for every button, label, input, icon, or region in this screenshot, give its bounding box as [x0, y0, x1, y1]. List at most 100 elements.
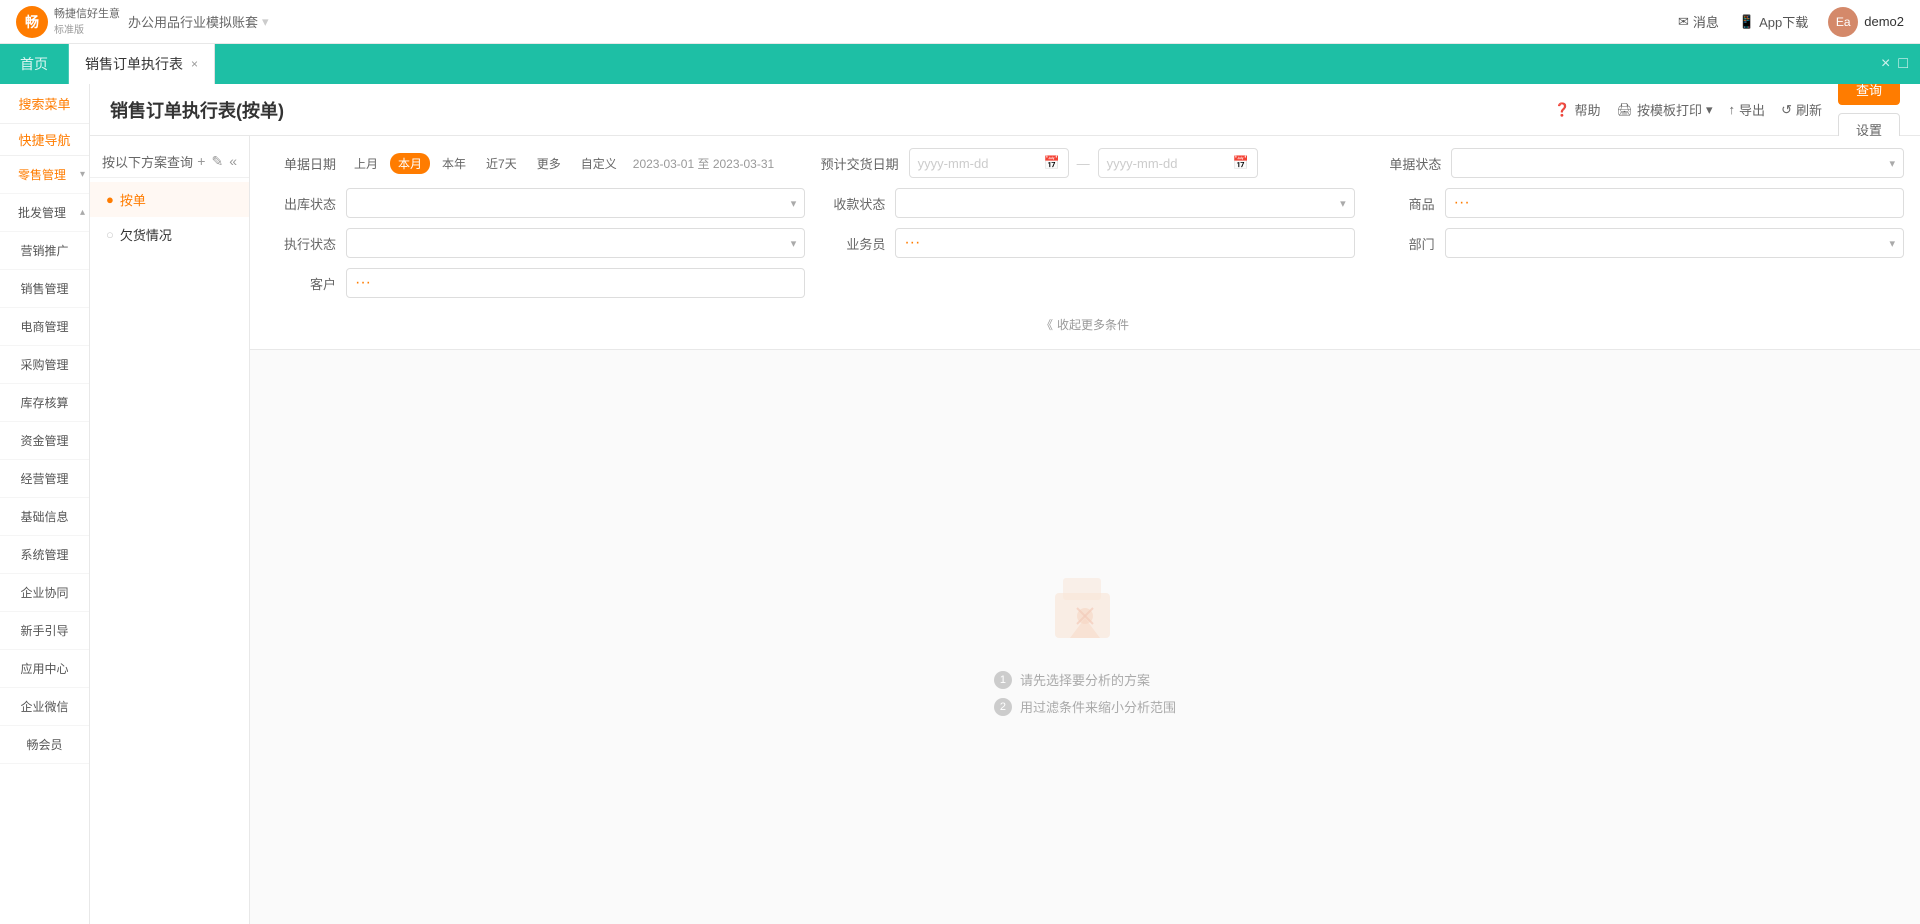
- date-tag-this-year[interactable]: 本年: [434, 153, 474, 174]
- help-button[interactable]: ❓ 帮助: [1554, 100, 1600, 119]
- sidebar-item-sales[interactable]: 销售管理: [0, 270, 89, 308]
- edit-scheme-button[interactable]: ✎: [211, 153, 223, 170]
- sidebar-item-wechat[interactable]: 企业微信: [0, 688, 89, 726]
- sidebar-item-inventory[interactable]: 库存核算: [0, 384, 89, 422]
- export-button[interactable]: ↑ 导出: [1729, 100, 1766, 119]
- sidebar-item-member[interactable]: 畅会员: [0, 726, 89, 764]
- sidebar-search[interactable]: 搜索菜单: [0, 84, 89, 124]
- user-name: demo2: [1864, 14, 1904, 29]
- sidebar-nav[interactable]: 快捷导航: [0, 124, 89, 156]
- page-header: 销售订单执行表(按单) ❓ 帮助 🖨 按模板打印 ▾ ↑ 导出 ↺ 刷新: [90, 84, 1920, 136]
- exec-select[interactable]: ▾: [346, 228, 805, 258]
- date-tag-7days[interactable]: 近7天: [478, 153, 525, 174]
- sidebar-item-newbie[interactable]: 新手引导: [0, 612, 89, 650]
- exec-arrow-icon: ▾: [791, 237, 797, 250]
- top-header: 畅 畅捷信好生意 标准版 办公用品行业模拟账套 ▾ ✉ 消息 📱 App下载 E…: [0, 0, 1920, 44]
- sidebar-item-enterprise[interactable]: 企业协同: [0, 574, 89, 612]
- logo-icon: 畅: [16, 6, 48, 38]
- header-right: ✉ 消息 📱 App下载 Ea demo2: [1678, 7, 1904, 37]
- customer-input[interactable]: ···: [346, 268, 805, 298]
- scheme-active-icon: ●: [106, 192, 114, 207]
- calendar-icon: 📅: [1043, 155, 1059, 171]
- collapse-panel-button[interactable]: «: [229, 153, 237, 170]
- chevron-icon: ▾: [80, 169, 85, 180]
- warehouse-select[interactable]: ▾: [346, 188, 805, 218]
- app-icon: 📱: [1739, 14, 1755, 30]
- left-panel-actions: + ✎ «: [197, 153, 237, 170]
- sidebar-item-wholesale[interactable]: 批发管理 ▴: [0, 194, 89, 232]
- staff-label: 业务员: [815, 234, 885, 253]
- sidebar-item-marketing[interactable]: 营销推广: [0, 232, 89, 270]
- sidebar-item-ecommerce[interactable]: 电商管理: [0, 308, 89, 346]
- sidebar-item-finance[interactable]: 资金管理: [0, 422, 89, 460]
- delivery-date-from[interactable]: yyyy-mm-dd 📅: [909, 148, 1069, 178]
- tab-home[interactable]: 首页: [0, 44, 69, 84]
- print-arrow-icon: ▾: [1706, 102, 1713, 118]
- date-tag-more[interactable]: 更多: [529, 153, 569, 174]
- sidebar-item-appcenter[interactable]: 应用中心: [0, 650, 89, 688]
- staff-input[interactable]: ···: [895, 228, 1354, 258]
- goods-input[interactable]: ···: [1445, 188, 1904, 218]
- empty-tip-2: 2 用过滤条件来缩小分析范围: [994, 697, 1176, 716]
- calendar-icon: 📅: [1232, 155, 1248, 171]
- sidebar-item-purchase[interactable]: 采购管理: [0, 346, 89, 384]
- payment-arrow-icon: ▾: [1340, 197, 1346, 210]
- tab-minimize-icon[interactable]: ×: [1881, 55, 1890, 73]
- sidebar: 搜索菜单 快捷导航 零售管理 ▾ 批发管理 ▴ 营销推广 销售管理 电商管理 采…: [0, 84, 90, 924]
- avatar: Ea: [1828, 7, 1858, 37]
- main-content: 单据日期 上月 本月 本年 近7天 更多 自定义 20: [250, 136, 1920, 924]
- sidebar-item-retail[interactable]: 零售管理 ▾: [0, 156, 89, 194]
- chevron-icon: ▴: [80, 207, 85, 218]
- sidebar-item-system[interactable]: 系统管理: [0, 536, 89, 574]
- sidebar-item-business[interactable]: 经营管理: [0, 460, 89, 498]
- warehouse-label: 出库状态: [266, 194, 336, 213]
- tab-bar: 首页 销售订单执行表 × × □: [0, 44, 1920, 84]
- payment-select[interactable]: ▾: [895, 188, 1354, 218]
- dept-arrow-icon: ▾: [1889, 237, 1895, 250]
- tab-close-icon[interactable]: ×: [191, 57, 198, 71]
- sidebar-item-basic[interactable]: 基础信息: [0, 498, 89, 536]
- header-left: 畅 畅捷信好生意 标准版 办公用品行业模拟账套 ▾: [16, 6, 269, 38]
- filter-section: 单据日期 上月 本月 本年 近7天 更多 自定义 20: [266, 148, 1904, 337]
- page-content: 销售订单执行表(按单) ❓ 帮助 🖨 按模板打印 ▾ ↑ 导出 ↺ 刷新: [90, 84, 1920, 924]
- add-scheme-button[interactable]: +: [197, 153, 205, 170]
- dept-select[interactable]: ▾: [1445, 228, 1904, 258]
- left-panel: 按以下方案查询 + ✎ « ● 按单 ○ 欠货情况: [90, 136, 250, 924]
- empty-tip-1: 1 请先选择要分析的方案: [994, 670, 1176, 689]
- date-tag-this-month[interactable]: 本月: [390, 153, 430, 174]
- export-icon: ↑: [1729, 102, 1736, 117]
- goods-label: 商品: [1365, 194, 1435, 213]
- tip-num-1: 1: [994, 671, 1012, 689]
- date-label: 单据日期: [266, 154, 336, 173]
- customer-label: 客户: [266, 274, 336, 293]
- tab-maximize-icon[interactable]: □: [1898, 55, 1908, 73]
- print-button[interactable]: 🖨 按模板打印 ▾: [1616, 100, 1712, 119]
- query-button[interactable]: 查询: [1838, 84, 1900, 105]
- app-download-action[interactable]: 📱 App下载: [1739, 12, 1808, 31]
- refresh-button[interactable]: ↺ 刷新: [1781, 100, 1822, 119]
- status-select-arrow-icon: ▾: [1889, 157, 1895, 170]
- tab-sales-order[interactable]: 销售订单执行表 ×: [69, 44, 215, 84]
- dept-label: 部门: [1365, 234, 1435, 253]
- breadcrumb-arrow-icon[interactable]: ▾: [262, 14, 269, 30]
- scheme-item-shortage[interactable]: ○ 欠货情况: [90, 217, 249, 252]
- page-title: 销售订单执行表(按单): [110, 97, 284, 123]
- date-tag-custom[interactable]: 自定义: [573, 153, 625, 174]
- help-icon: ❓: [1554, 102, 1570, 118]
- msg-action[interactable]: ✉ 消息: [1678, 12, 1719, 31]
- exec-label: 执行状态: [266, 234, 336, 253]
- warehouse-arrow-icon: ▾: [791, 197, 797, 210]
- tab-bar-right: × □: [1881, 55, 1920, 73]
- collapse-button[interactable]: 《 收起更多条件: [1041, 316, 1129, 333]
- payment-label: 收款状态: [815, 194, 885, 213]
- status-label: 单据状态: [1371, 154, 1441, 173]
- date-filter-control: 上月 本月 本年 近7天 更多 自定义 2023-03-01 至 2023-03…: [346, 153, 799, 174]
- scheme-item-by-order[interactable]: ● 按单: [90, 182, 249, 217]
- user-area[interactable]: Ea demo2: [1828, 7, 1904, 37]
- date-tag-last-month[interactable]: 上月: [346, 153, 386, 174]
- tip-num-2: 2: [994, 698, 1012, 716]
- delivery-date-to[interactable]: yyyy-mm-dd 📅: [1098, 148, 1258, 178]
- logo-text: 畅捷信好生意 标准版: [54, 7, 120, 36]
- empty-state: 1 请先选择要分析的方案 2 用过滤条件来缩小分析范围: [250, 350, 1920, 924]
- status-select[interactable]: ▾: [1451, 148, 1904, 178]
